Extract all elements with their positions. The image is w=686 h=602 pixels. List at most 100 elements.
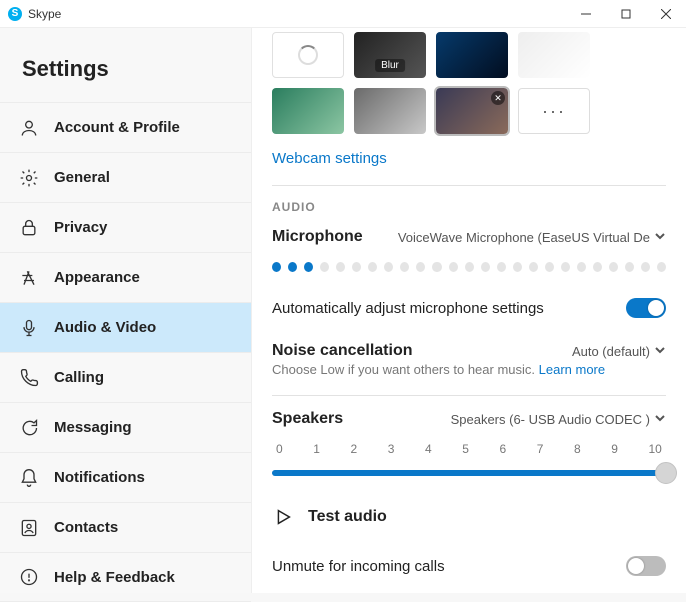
mic-level-dot [272,262,281,272]
loading-icon [298,45,318,65]
scale-tick: 10 [649,442,662,456]
mic-level-dot [577,262,586,272]
microphone-device-select[interactable]: VoiceWave Microphone (EaseUS Virtual De [398,230,666,245]
sidebar-item-notifications[interactable]: Notifications [0,452,251,502]
speakers-label: Speakers [272,410,343,428]
noise-cancellation-select[interactable]: Auto (default) [572,344,666,359]
help-feedback-icon [18,566,40,588]
mic-level-dot [320,262,329,272]
calling-icon [18,367,40,389]
window-minimize-button[interactable] [566,0,606,28]
mic-level-dot [384,262,393,272]
noise-helper-text: Choose Low if you want others to hear mu… [272,362,666,377]
mic-level-dot [304,262,313,272]
speaker-volume-slider[interactable] [272,462,666,484]
background-thumb-5[interactable] [272,88,344,134]
speakers-device-select[interactable]: Speakers (6- USB Audio CODEC ) [451,412,666,427]
sidebar-item-contacts[interactable]: Contacts [0,502,251,552]
sidebar-item-general[interactable]: General [0,152,251,202]
sidebar-item-label: Audio & Video [54,319,156,336]
background-thumb-6[interactable] [354,88,426,134]
mic-level-dot [561,262,570,272]
app-title: Skype [28,7,61,21]
background-thumb-more[interactable]: ··· [518,88,590,134]
skype-logo-icon: S [8,7,22,21]
auto-adjust-label: Automatically adjust microphone settings [272,300,544,317]
mic-level-dot [545,262,554,272]
window-maximize-button[interactable] [606,0,646,28]
general-icon [18,167,40,189]
mic-level-dot [657,262,666,272]
webcam-settings-link[interactable]: Webcam settings [272,150,387,167]
noise-cancellation-value: Auto (default) [572,344,650,359]
sidebar-item-account-profile[interactable]: Account & Profile [0,102,251,152]
background-thumb-selected[interactable]: ✕ [436,88,508,134]
mic-level-dot [609,262,618,272]
slider-handle[interactable] [655,462,677,484]
sidebar-item-label: Account & Profile [54,119,180,136]
scale-tick: 8 [574,442,581,456]
contacts-icon [18,517,40,539]
microphone-label: Microphone [272,228,363,246]
slider-fill [272,470,666,476]
sidebar-item-label: Calling [54,369,104,386]
scale-tick: 4 [425,442,432,456]
mic-level-dot [529,262,538,272]
auto-adjust-toggle[interactable] [626,298,666,318]
scale-tick: 1 [313,442,320,456]
settings-sidebar: Settings Account & Profile General Privacy… [0,28,252,593]
chevron-down-icon [654,230,666,245]
mic-level-dot [465,262,474,272]
chevron-down-icon [654,412,666,427]
background-thumb-4[interactable] [518,32,590,78]
test-audio-button[interactable]: Test audio [272,506,666,528]
mic-level-dot [497,262,506,272]
background-thumb-3[interactable] [436,32,508,78]
mic-level-dot [593,262,602,272]
sidebar-item-label: Notifications [54,469,145,486]
audio-video-icon [18,317,40,339]
mic-level-dot [336,262,345,272]
sidebar-item-label: Privacy [54,219,107,236]
thumb-label: Blur [375,59,405,72]
window-close-button[interactable] [646,0,686,28]
appearance-icon [18,267,40,289]
settings-content: Blur ✕ ··· Webcam settings AUDIO Microph… [252,28,686,593]
noise-help-prefix: Choose Low if you want others to hear mu… [272,362,539,377]
sidebar-item-label: Messaging [54,419,132,436]
sidebar-item-help-feedback[interactable]: Help & Feedback [0,552,251,602]
learn-more-link[interactable]: Learn more [539,362,605,377]
sidebar-item-label: Contacts [54,519,118,536]
sidebar-item-audio-video[interactable]: Audio & Video [0,302,251,352]
mic-level-dot [352,262,361,272]
speakers-device-value: Speakers (6- USB Audio CODEC ) [451,412,650,427]
sidebar-item-messaging[interactable]: Messaging [0,402,251,452]
divider [272,395,666,396]
sidebar-item-appearance[interactable]: Appearance [0,252,251,302]
microphone-level-meter [272,262,666,272]
sidebar-item-privacy[interactable]: Privacy [0,202,251,252]
mic-level-dot [641,262,650,272]
sidebar-item-calling[interactable]: Calling [0,352,251,402]
scale-tick: 2 [351,442,358,456]
audio-section-label: AUDIO [272,200,666,214]
speaker-scale: 012345678910 [272,442,666,456]
mic-level-dot [368,262,377,272]
divider [272,185,666,186]
background-thumb-none[interactable] [272,32,344,78]
mic-level-dot [416,262,425,272]
scale-tick: 5 [462,442,469,456]
remove-background-icon[interactable]: ✕ [491,91,505,105]
unmute-toggle[interactable] [626,556,666,576]
noise-cancellation-label: Noise cancellation [272,342,413,360]
scale-tick: 0 [276,442,283,456]
background-thumb-blur[interactable]: Blur [354,32,426,78]
privacy-icon [18,217,40,239]
chevron-down-icon [654,344,666,359]
settings-heading: Settings [0,28,251,102]
mic-level-dot [400,262,409,272]
microphone-device-value: VoiceWave Microphone (EaseUS Virtual De [398,230,650,245]
messaging-icon [18,417,40,439]
unmute-label: Unmute for incoming calls [272,558,445,575]
mic-level-dot [288,262,297,272]
